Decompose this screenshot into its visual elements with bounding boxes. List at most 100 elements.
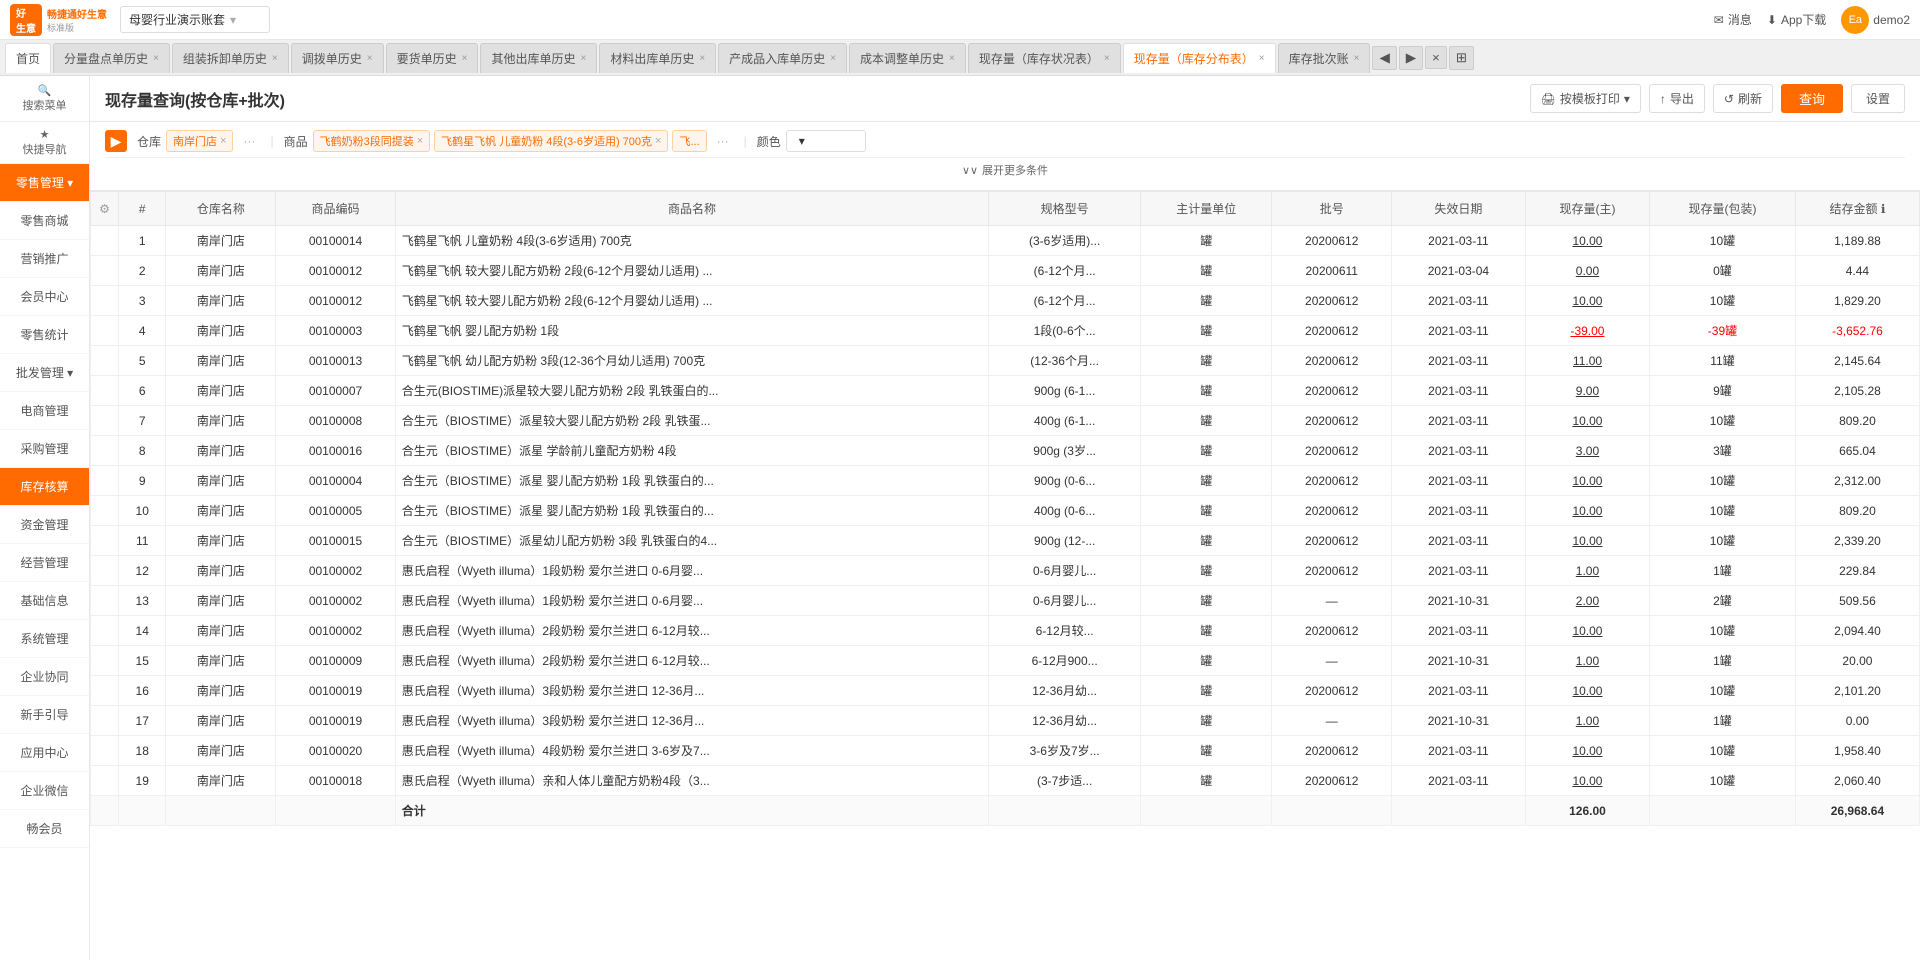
cell-qty-main[interactable]: 10.00 xyxy=(1525,286,1649,316)
sidebar-item-retail-shop[interactable]: 零售商城 xyxy=(0,202,89,240)
sidebar-item-finance[interactable]: 资金管理 xyxy=(0,506,89,544)
tab-inventory-dist[interactable]: 现存量（库存分布表） × xyxy=(1123,43,1276,73)
tab-other-out-history[interactable]: 其他出库单历史 × xyxy=(480,43,597,73)
close-icon[interactable]: × xyxy=(1104,53,1110,64)
cell-qty-main[interactable]: 2.00 xyxy=(1525,586,1649,616)
product-tag-feihe-star[interactable]: 飞鹤星飞帆 儿童奶粉 4段(3-6岁适用) 700克 × xyxy=(434,130,668,152)
cell-qty-pkg: 10罐 xyxy=(1650,526,1796,556)
sidebar-item-enterprise[interactable]: 企业协同 xyxy=(0,658,89,696)
cell-warehouse: 南岸门店 xyxy=(166,496,276,526)
close-icon[interactable]: × xyxy=(220,135,226,147)
user-avatar[interactable]: Ea demo2 xyxy=(1841,6,1910,34)
tab-product-in-history[interactable]: 产成品入库单历史 × xyxy=(718,43,847,73)
cell-qty-main[interactable]: 10.00 xyxy=(1525,406,1649,436)
tab-batch-ledger[interactable]: 库存批次账 × xyxy=(1278,43,1371,73)
sidebar-item-guide[interactable]: 新手引导 xyxy=(0,696,89,734)
cell-qty-main[interactable]: 1.00 xyxy=(1525,646,1649,676)
close-icon[interactable]: × xyxy=(417,135,423,147)
tab-demand-history[interactable]: 要货单历史 × xyxy=(386,43,479,73)
tab-inventory-status[interactable]: 现存量（库存状况表） × xyxy=(968,43,1121,73)
cell-qty-main[interactable]: 1.00 xyxy=(1525,706,1649,736)
filter-more-btn[interactable]: ··· xyxy=(238,132,260,150)
cell-spec: (6-12个月... xyxy=(989,286,1141,316)
cell-unit: 罐 xyxy=(1141,496,1272,526)
cell-qty-main[interactable]: 10.00 xyxy=(1525,466,1649,496)
close-icon[interactable]: × xyxy=(1259,53,1265,64)
tab-combo-history[interactable]: 组装拆卸单历史 × xyxy=(172,43,289,73)
cell-qty-main[interactable]: 10.00 xyxy=(1525,526,1649,556)
cell-name: 惠氏启程（Wyeth illuma）3段奶粉 爱尔兰进口 12-36月... xyxy=(395,706,988,736)
cell-qty-main[interactable]: 3.00 xyxy=(1525,436,1649,466)
sidebar-item-wechat[interactable]: 企业微信 xyxy=(0,772,89,810)
cell-qty-main[interactable]: -39.00 xyxy=(1525,316,1649,346)
tab-check-history[interactable]: 调拨单历史 × xyxy=(291,43,384,73)
product-tag-feihe3[interactable]: 飞鹤奶粉3段同提装 × xyxy=(313,130,431,152)
gear-icon[interactable]: ⚙ xyxy=(99,202,110,216)
sidebar-item-operations[interactable]: 经营管理 xyxy=(0,544,89,582)
sidebar-item-app-center[interactable]: 应用中心 xyxy=(0,734,89,772)
sidebar-item-basic[interactable]: 基础信息 xyxy=(0,582,89,620)
cell-qty-main[interactable]: 1.00 xyxy=(1525,556,1649,586)
settings-btn[interactable]: 设置 xyxy=(1851,84,1905,113)
sidebar-search[interactable]: 🔍 搜索菜单 xyxy=(0,76,89,122)
close-icon[interactable]: × xyxy=(1354,53,1360,64)
print-btn[interactable]: 🖨 按模板打印 ▾ xyxy=(1530,84,1641,113)
filter-expand-btn[interactable]: ▶ xyxy=(105,130,127,152)
sidebar-quick-nav[interactable]: ★ 快捷导航 xyxy=(0,122,89,164)
tab-prev-btn[interactable]: ◀ xyxy=(1372,46,1396,70)
sidebar-item-inventory[interactable]: 库存核算 xyxy=(0,468,89,506)
query-btn[interactable]: 查询 xyxy=(1781,84,1843,113)
sidebar-item-retail-stat[interactable]: 零售统计 xyxy=(0,316,89,354)
sidebar-item-purchase[interactable]: 采购管理 xyxy=(0,430,89,468)
sidebar-item-marketing[interactable]: 营销推广 xyxy=(0,240,89,278)
sidebar-item-member[interactable]: 会员中心 xyxy=(0,278,89,316)
close-icon[interactable]: × xyxy=(949,53,955,64)
close-icon[interactable]: × xyxy=(699,53,705,64)
messages-btn[interactable]: ✉ 消息 xyxy=(1714,11,1752,28)
sidebar-item-wholesale[interactable]: 批发管理 ▾ xyxy=(0,354,89,392)
cell-qty-main[interactable]: 10.00 xyxy=(1525,226,1649,256)
cell-qty-main[interactable]: 10.00 xyxy=(1525,736,1649,766)
close-icon[interactable]: × xyxy=(580,53,586,64)
close-icon[interactable]: × xyxy=(367,53,373,64)
col-settings[interactable]: ⚙ xyxy=(91,192,119,226)
tab-cost-adjust-history[interactable]: 成本调整单历史 × xyxy=(849,43,966,73)
total-qty-main: 126.00 xyxy=(1525,796,1649,826)
close-icon[interactable]: × xyxy=(153,53,159,64)
close-icon[interactable]: × xyxy=(655,135,661,147)
tab-material-out-history[interactable]: 材料出库单历史 × xyxy=(599,43,716,73)
warehouse-tag-nananzhan[interactable]: 南岸门店 × xyxy=(166,130,233,152)
sidebar-item-retail[interactable]: 零售管理 ▾ xyxy=(0,164,89,202)
cell-qty-main[interactable]: 10.00 xyxy=(1525,766,1649,796)
main-layout: 🔍 搜索菜单 ★ 快捷导航 零售管理 ▾ 零售商城 营销推广 会员中心 零售统计… xyxy=(0,76,1920,960)
sidebar-item-system[interactable]: 系统管理 xyxy=(0,620,89,658)
cell-batch: 20200612 xyxy=(1272,616,1392,646)
app-download-btn[interactable]: ⬇ App下载 xyxy=(1767,11,1826,28)
tab-menu-btn[interactable]: ⊞ xyxy=(1449,46,1474,70)
tab-close-btn[interactable]: × xyxy=(1425,46,1447,69)
export-btn[interactable]: ↑ 导出 xyxy=(1649,84,1705,113)
cell-warehouse: 南岸门店 xyxy=(166,526,276,556)
cell-batch: 20200612 xyxy=(1272,526,1392,556)
product-filter-more-btn[interactable]: ··· xyxy=(712,132,734,150)
sidebar-item-member2[interactable]: 畅会员 xyxy=(0,810,89,848)
sidebar-item-ecommerce[interactable]: 电商管理 xyxy=(0,392,89,430)
cell-qty-main[interactable]: 9.00 xyxy=(1525,376,1649,406)
cell-qty-main[interactable]: 0.00 xyxy=(1525,256,1649,286)
expand-more-conditions-btn[interactable]: ∨∨ 展开更多条件 xyxy=(105,157,1905,182)
close-icon[interactable]: × xyxy=(462,53,468,64)
tab-home[interactable]: 首页 xyxy=(5,43,51,73)
cell-qty-main[interactable]: 10.00 xyxy=(1525,496,1649,526)
col-qty-pkg: 现存量(包装) xyxy=(1650,192,1796,226)
tab-next-btn[interactable]: ▶ xyxy=(1399,46,1423,70)
color-select[interactable]: ▾ xyxy=(786,130,866,152)
cell-qty-main[interactable]: 10.00 xyxy=(1525,676,1649,706)
product-tag-more[interactable]: 飞... xyxy=(672,130,706,152)
workspace-selector[interactable]: 母婴行业演示账套 ▾ xyxy=(120,6,270,33)
refresh-btn[interactable]: ↺ 刷新 xyxy=(1713,84,1773,113)
tab-split-history[interactable]: 分量盘点单历史 × xyxy=(53,43,170,73)
close-icon[interactable]: × xyxy=(272,53,278,64)
close-icon[interactable]: × xyxy=(830,53,836,64)
cell-qty-main[interactable]: 10.00 xyxy=(1525,616,1649,646)
cell-qty-main[interactable]: 11.00 xyxy=(1525,346,1649,376)
